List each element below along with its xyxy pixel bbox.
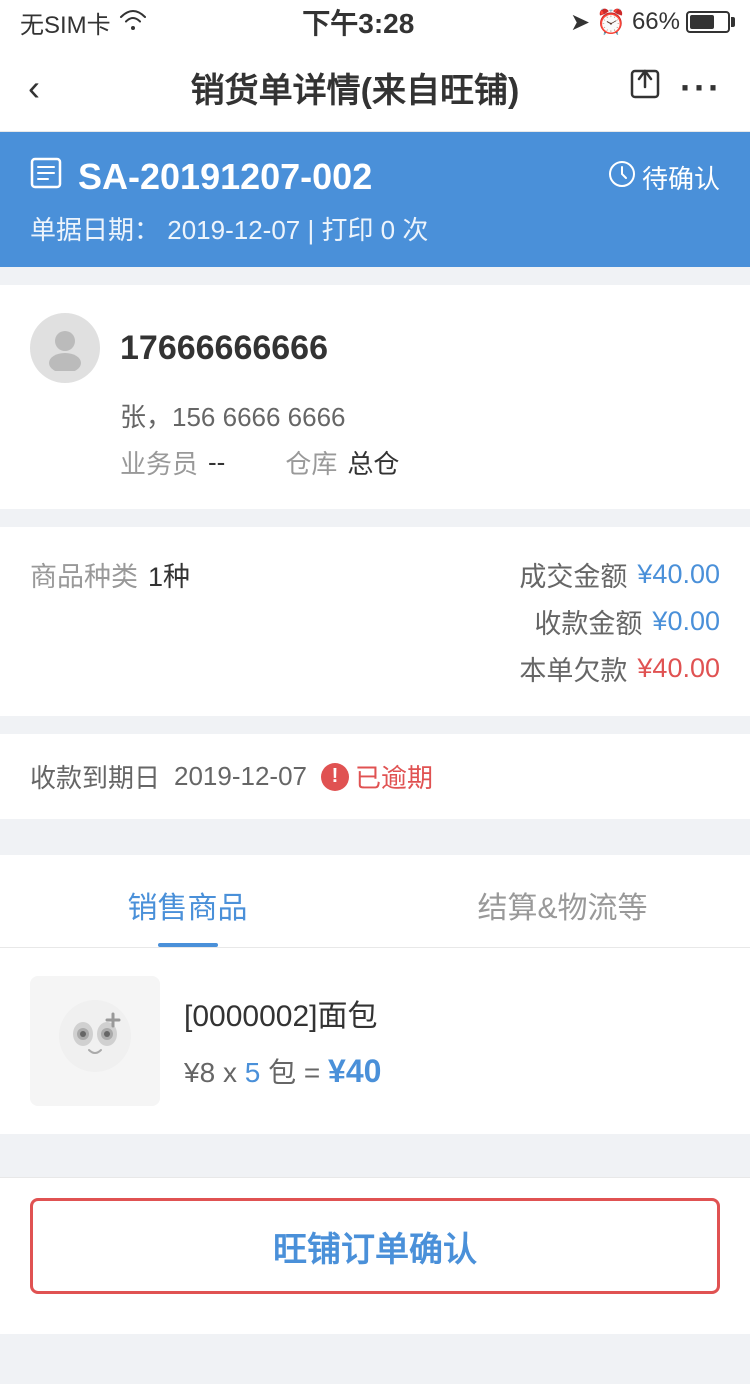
alarm-icon: ⏰: [596, 8, 626, 37]
tab-settlement-logistics[interactable]: 结算&物流等: [375, 855, 750, 947]
stats-card: 商品种类 1种 成交金额 ¥40.00 收款金额 ¥0.00 本单欠款 ¥40.…: [0, 527, 750, 716]
location-icon: ➤: [570, 8, 590, 37]
owed-value: ¥40.00: [637, 653, 720, 684]
product-item: [0000002]面包 ¥8 x 5 包 = ¥40: [0, 948, 750, 1134]
order-doc-icon: [30, 156, 66, 198]
divider-1: [0, 509, 750, 527]
warehouse-item: 仓库 总仓: [285, 444, 399, 481]
equals-sign: =: [304, 1057, 328, 1088]
divider-2: [0, 819, 750, 837]
avatar: [30, 313, 100, 383]
amount-value: ¥40.00: [637, 559, 720, 590]
wifi-icon: [119, 8, 147, 37]
tab-sales-products[interactable]: 销售商品: [0, 855, 375, 947]
confirm-button-container: 旺铺订单确认: [0, 1177, 750, 1334]
overdue-icon: !: [321, 763, 349, 791]
product-total: ¥40: [328, 1053, 381, 1089]
back-button[interactable]: ‹: [28, 67, 88, 109]
product-price-row: ¥8 x 5 包 = ¥40: [184, 1051, 720, 1091]
product-details: [0000002]面包 ¥8 x 5 包 = ¥40: [184, 991, 720, 1091]
clock-icon: [608, 160, 636, 195]
product-thumbnail: [30, 976, 160, 1106]
more-icon[interactable]: ···: [680, 67, 722, 109]
time-display: 下午3:28: [302, 2, 414, 42]
received-value: ¥0.00: [652, 606, 720, 637]
product-thumb-icon: [55, 996, 135, 1087]
salesperson-label: 业务员: [120, 444, 198, 481]
status-bar: 无SIM卡 下午3:28 ➤ ⏰ 66%: [0, 0, 750, 44]
tabs-container: 销售商品 结算&物流等: [0, 855, 750, 1134]
status-label: 待确认: [642, 159, 720, 196]
due-date-label: 收款到期日: [30, 758, 160, 795]
amount-label: 成交金额: [519, 555, 627, 594]
share-icon[interactable]: [626, 65, 664, 110]
overdue-badge: ! 已逾期: [321, 758, 433, 795]
status-right: ➤ ⏰ 66%: [570, 8, 730, 37]
order-id: SA-20191207-002: [30, 156, 372, 198]
nav-bar: ‹ 销货单详情(来自旺铺) ···: [0, 44, 750, 132]
customer-card: 17666666666 张，156 6666 6666 业务员 -- 仓库 总仓: [0, 285, 750, 509]
carrier-label: 无SIM卡: [20, 5, 111, 40]
product-type-label: 商品种类: [30, 555, 138, 594]
order-header-card: SA-20191207-002 待确认 单据日期： 2019-12-07 | 打…: [0, 132, 750, 267]
customer-name-phone: 张，156 6666 6666: [30, 397, 720, 434]
product-type-stat: 商品种类 1种: [30, 555, 190, 594]
product-qty: 5: [245, 1057, 261, 1088]
tabs-row: 销售商品 结算&物流等: [0, 855, 750, 948]
salesperson-value: --: [208, 447, 225, 478]
received-stat: 收款金额 ¥0.00: [534, 602, 720, 641]
owed-stat: 本单欠款 ¥40.00: [519, 649, 720, 688]
product-price: ¥8: [184, 1057, 215, 1088]
owed-label: 本单欠款: [519, 649, 627, 688]
customer-details: 业务员 -- 仓库 总仓: [30, 444, 720, 481]
order-id-text: SA-20191207-002: [78, 156, 372, 198]
multiply-sign: x: [223, 1057, 245, 1088]
due-date-card: 收款到期日 2019-12-07 ! 已逾期: [0, 734, 750, 819]
warehouse-label: 仓库: [285, 444, 337, 481]
product-type-value: 1种: [148, 555, 190, 594]
received-label: 收款金额: [534, 602, 642, 641]
warehouse-value: 总仓: [347, 444, 399, 481]
amount-stat: 成交金额 ¥40.00: [519, 555, 720, 594]
product-name: [0000002]面包: [184, 991, 720, 1035]
battery-icon: [686, 11, 730, 33]
salesperson-item: 业务员 --: [120, 444, 225, 481]
confirm-order-button[interactable]: 旺铺订单确认: [30, 1198, 720, 1294]
page-title: 销货单详情(来自旺铺): [88, 63, 622, 112]
overdue-text: 已逾期: [355, 758, 433, 795]
order-meta: 单据日期： 2019-12-07 | 打印 0 次: [30, 210, 720, 247]
status-left: 无SIM卡: [20, 5, 147, 40]
customer-phone: 17666666666: [120, 329, 328, 368]
order-status: 待确认: [608, 159, 720, 196]
product-unit: 包: [268, 1057, 296, 1088]
nav-actions: ···: [622, 65, 722, 110]
battery-percent: 66%: [632, 8, 680, 36]
due-date-value: 2019-12-07: [174, 761, 307, 792]
